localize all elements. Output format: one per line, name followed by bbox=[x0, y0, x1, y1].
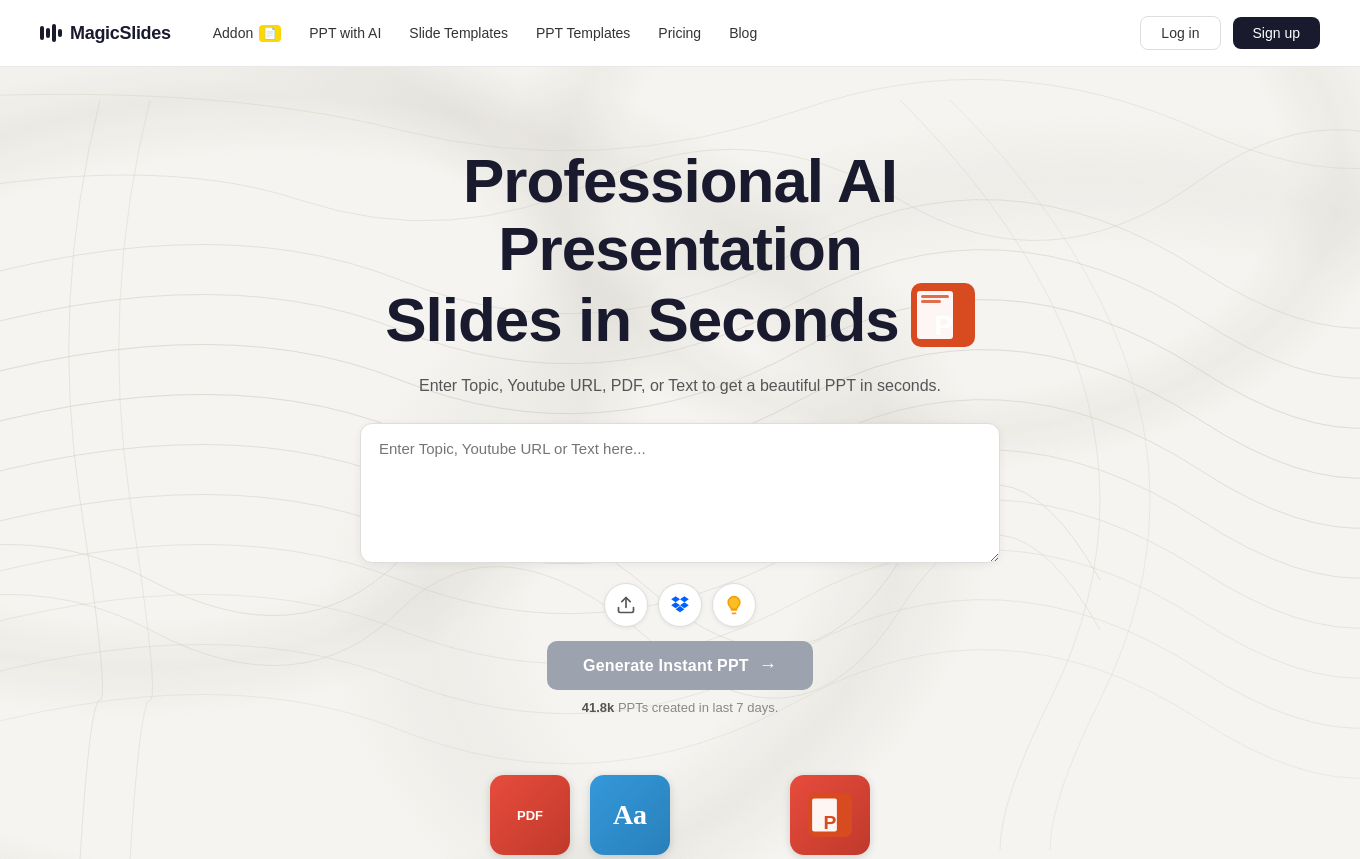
hero-title: Professional AI Presentation Slides in S… bbox=[305, 147, 1055, 357]
nav-item-addon[interactable]: Addon 📄 bbox=[201, 19, 293, 48]
topic-input[interactable] bbox=[360, 423, 1000, 563]
svg-text:P: P bbox=[934, 310, 952, 341]
nav-item-pricing-label: Pricing bbox=[658, 25, 701, 41]
hero-title-line2: Slides in Seconds P bbox=[305, 283, 1055, 357]
dropbox-icon bbox=[669, 594, 691, 616]
logo[interactable]: MagicSlides bbox=[40, 23, 171, 44]
hero-title-seconds: Slides in Seconds bbox=[385, 286, 899, 354]
navbar: MagicSlides Addon 📄 PPT with AI Slide Te… bbox=[0, 0, 1360, 67]
hero-title-line1: Professional AI Presentation bbox=[305, 147, 1055, 283]
powerpoint-emoji: P bbox=[911, 283, 975, 357]
navbar-right: Log in Sign up bbox=[1140, 16, 1320, 50]
feature-pdf-icon: PDF bbox=[490, 775, 570, 855]
suggestion-button[interactable] bbox=[712, 583, 756, 627]
nav-item-slide-templates-label: Slide Templates bbox=[409, 25, 508, 41]
logo-icon bbox=[40, 24, 62, 42]
stats-number: 41.8k bbox=[582, 700, 615, 715]
svg-text:P: P bbox=[824, 812, 837, 833]
nav-item-slide-templates[interactable]: Slide Templates bbox=[397, 19, 520, 47]
stats-text: 41.8k PPTs created in last 7 days. bbox=[582, 700, 779, 715]
generate-button[interactable]: Generate Instant PPT → bbox=[547, 641, 813, 690]
hero-subtitle: Enter Topic, Youtube URL, PDF, or Text t… bbox=[419, 377, 941, 395]
icon-buttons-row bbox=[604, 583, 756, 627]
upload-button[interactable] bbox=[604, 583, 648, 627]
login-button[interactable]: Log in bbox=[1140, 16, 1220, 50]
nav-item-ppt-with-ai-label: PPT with AI bbox=[309, 25, 381, 41]
feature-ppt-icon: P bbox=[790, 775, 870, 855]
logo-text: MagicSlides bbox=[70, 23, 171, 44]
nav-item-addon-label: Addon bbox=[213, 25, 253, 41]
stats-label: PPTs created in last 7 days. bbox=[618, 700, 778, 715]
input-container bbox=[360, 423, 1000, 567]
addon-badge-icon: 📄 bbox=[259, 25, 281, 42]
nav-item-ppt-templates-label: PPT Templates bbox=[536, 25, 630, 41]
nav-item-blog[interactable]: Blog bbox=[717, 19, 769, 47]
lightbulb-icon bbox=[724, 595, 744, 615]
svg-rect-3 bbox=[921, 300, 941, 303]
nav-links: Addon 📄 PPT with AI Slide Templates PPT … bbox=[201, 19, 769, 48]
arrow-right-icon: → bbox=[759, 655, 777, 676]
dropbox-button[interactable] bbox=[658, 583, 702, 627]
feature-text-icon: Aa bbox=[590, 775, 670, 855]
nav-item-ppt-with-ai[interactable]: PPT with AI bbox=[297, 19, 393, 47]
nav-item-ppt-templates[interactable]: PPT Templates bbox=[524, 19, 642, 47]
features-row: PDF Aa P bbox=[490, 775, 870, 859]
generate-button-label: Generate Instant PPT bbox=[583, 657, 749, 675]
upload-icon bbox=[616, 595, 636, 615]
nav-item-pricing[interactable]: Pricing bbox=[646, 19, 713, 47]
signup-button[interactable]: Sign up bbox=[1233, 17, 1320, 49]
navbar-left: MagicSlides Addon 📄 PPT with AI Slide Te… bbox=[40, 19, 769, 48]
main-content: Professional AI Presentation Slides in S… bbox=[0, 67, 1360, 859]
svg-rect-2 bbox=[921, 295, 949, 298]
nav-item-blog-label: Blog bbox=[729, 25, 757, 41]
